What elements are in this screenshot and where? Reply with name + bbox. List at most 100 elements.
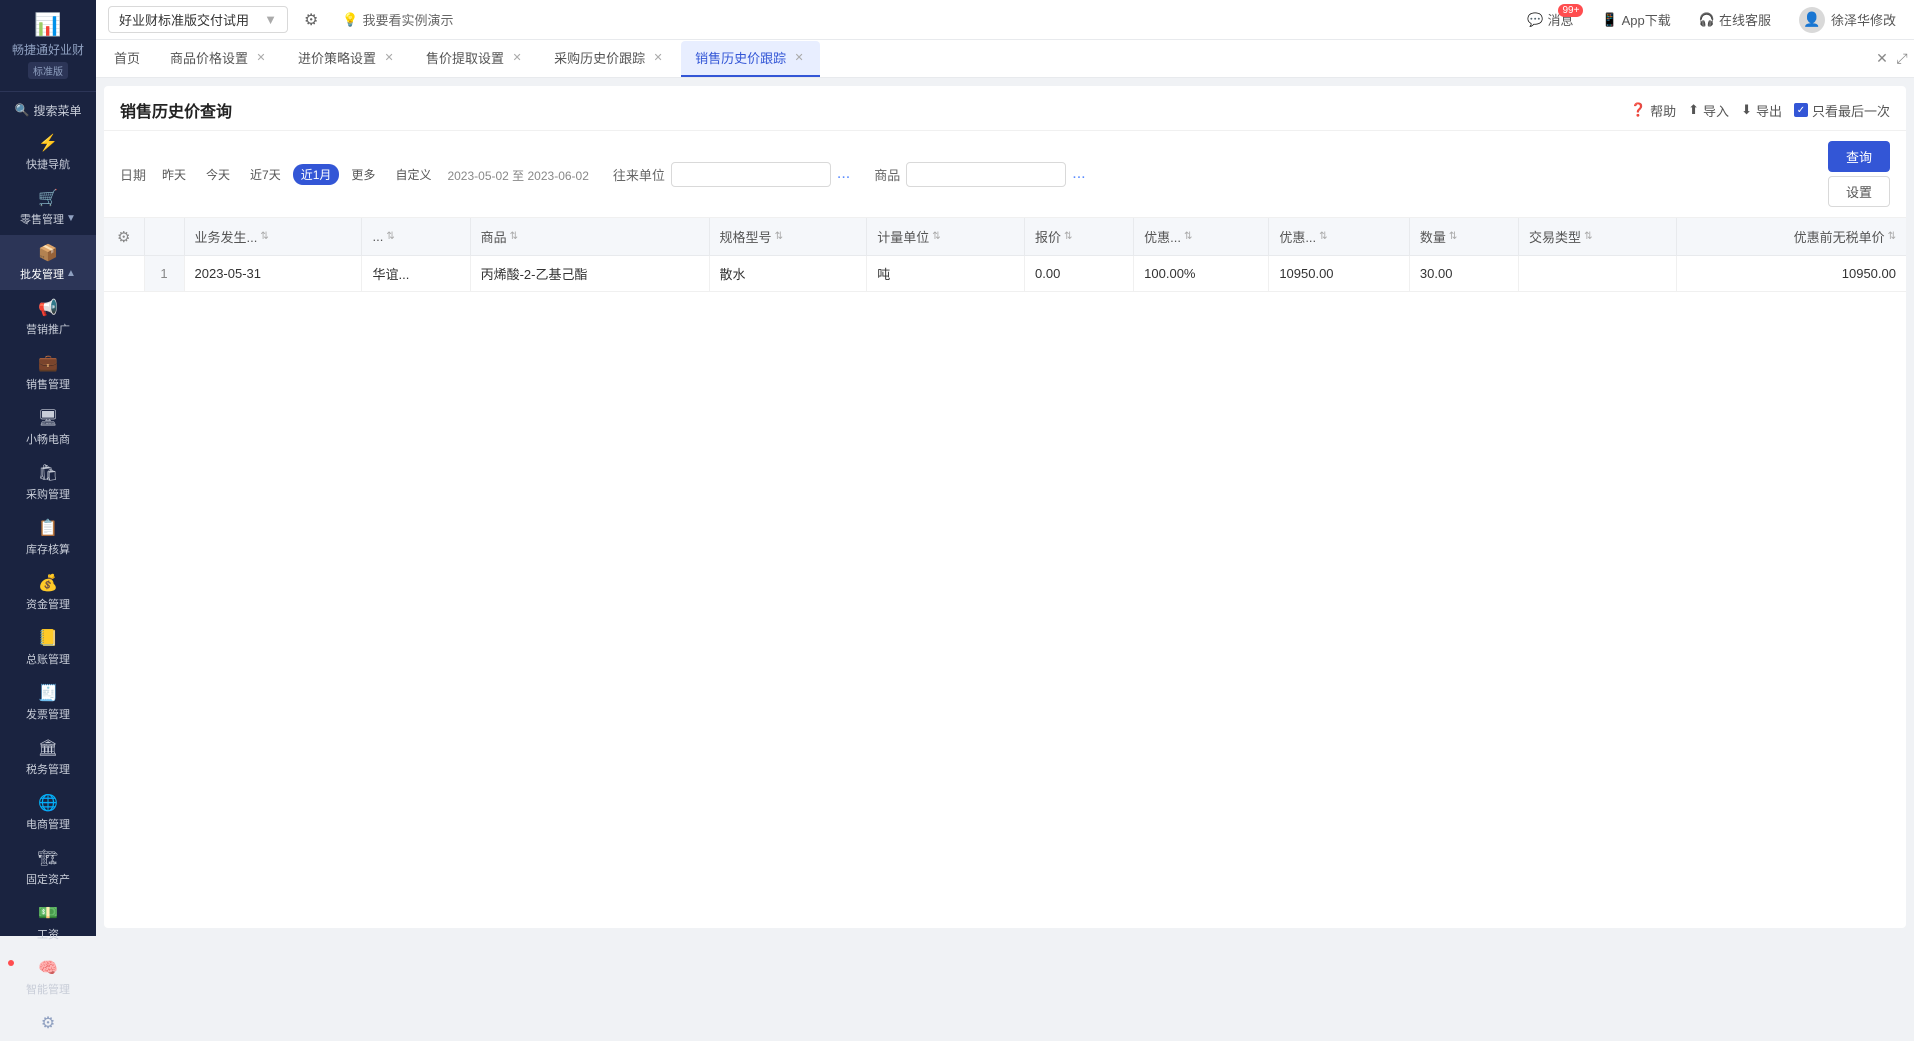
marketing-label: 营销推广 [26, 321, 70, 337]
date-opt-today[interactable]: 今天 [198, 164, 238, 185]
th-dots[interactable]: ... ⇅ [362, 218, 470, 256]
avatar: 👤 [1799, 7, 1825, 33]
row-unit: 吨 [867, 256, 1025, 292]
logo-sub: 标准版 [28, 62, 68, 79]
th-pre-tax-price-label: 优惠前无税单价 [1794, 227, 1885, 246]
product-input[interactable] [906, 162, 1066, 187]
help-label: 帮助 [1650, 101, 1676, 120]
settings-button[interactable]: 设置 [1828, 176, 1890, 207]
message-button[interactable]: 💬 消息 99+ [1521, 6, 1579, 33]
assets-icon: 🏗 [38, 848, 58, 868]
pre-tax-price-sort-icon: ⇅ [1888, 231, 1896, 242]
date-opt-last7[interactable]: 近7天 [242, 164, 289, 185]
sidebar-item-salary[interactable]: 💵 工资 [0, 895, 96, 950]
date-opt-custom[interactable]: 自定义 [387, 164, 439, 185]
tab-purchase-history[interactable]: 采购历史价跟踪 ✕ [540, 41, 679, 77]
th-price-label: 报价 [1035, 227, 1061, 246]
th-trans-type[interactable]: 交易类型 ⇅ [1519, 218, 1677, 256]
source-filter-group: 往来单位 ... [613, 162, 850, 187]
th-price[interactable]: 报价 ⇅ [1025, 218, 1134, 256]
th-seq [144, 218, 184, 256]
row-product-prefix: 华谊... [362, 256, 470, 292]
tab-close-window[interactable]: ✕ [1874, 51, 1890, 67]
date-opt-yesterday[interactable]: 昨天 [154, 164, 194, 185]
th-biz-date-label: 业务发生... [195, 227, 258, 246]
tab-purchase-strategy[interactable]: 进价策略设置 ✕ [284, 41, 410, 77]
date-opt-last1m[interactable]: 近1月 [293, 164, 340, 185]
marketing-icon: 📢 [38, 298, 58, 318]
tab-sale-history-close[interactable]: ✕ [792, 51, 806, 65]
row-gear [104, 256, 144, 292]
th-discount2[interactable]: 优惠... ⇅ [1269, 218, 1410, 256]
th-spec[interactable]: 规格型号 ⇅ [709, 218, 867, 256]
sidebar-item-general[interactable]: 📒 总账管理 [0, 620, 96, 675]
tab-sale-history[interactable]: 销售历史价跟踪 ✕ [681, 41, 820, 77]
general-label: 总账管理 [26, 651, 70, 667]
row-trans-type [1519, 256, 1677, 292]
sidebar-search-label: 搜索菜单 [33, 102, 81, 119]
sidebar-search[interactable]: 🔍 搜索菜单 [0, 92, 96, 125]
sidebar-item-xiaochang[interactable]: 🖥 小畅电商 [0, 400, 96, 455]
tab-sale-extract-close[interactable]: ✕ [510, 51, 524, 65]
row-quantity: 30.00 [1409, 256, 1518, 292]
ecommerce-icon: 🌐 [38, 793, 58, 813]
query-button[interactable]: 查询 [1828, 141, 1890, 172]
date-opt-more[interactable]: 更多 [343, 164, 383, 185]
source-dots[interactable]: ... [837, 165, 850, 183]
tab-product-price[interactable]: 商品价格设置 ✕ [156, 41, 282, 77]
th-quantity[interactable]: 数量 ⇅ [1409, 218, 1518, 256]
th-biz-date[interactable]: 业务发生... ⇅ [184, 218, 362, 256]
sidebar-item-sales[interactable]: 💼 销售管理 [0, 345, 96, 400]
row-pre-tax-price: 10950.00 [1676, 256, 1906, 292]
th-product[interactable]: 商品 ⇅ [470, 218, 709, 256]
sidebar-item-invoice[interactable]: 🧾 发票管理 [0, 675, 96, 730]
module-select[interactable]: 好业财标准版交付试用 ▼ [108, 6, 288, 33]
smart-icon: 🧠 [38, 958, 58, 978]
sidebar-item-finance[interactable]: 💰 资金管理 [0, 565, 96, 620]
help-icon: ❓ [1630, 102, 1646, 118]
spec-sort-icon: ⇅ [775, 231, 783, 242]
sidebar-item-marketing[interactable]: 📢 营销推广 [0, 290, 96, 345]
sidebar-item-purchase[interactable]: 🛍 采购管理 [0, 455, 96, 510]
export-link[interactable]: ⬇ 导出 [1741, 101, 1782, 120]
tax-label: 税务管理 [26, 761, 70, 777]
app-download-button[interactable]: 📱 App下载 [1595, 6, 1676, 33]
tab-home-label: 首页 [114, 48, 140, 67]
sidebar-item-inventory[interactable]: 📋 库存核算 [0, 510, 96, 565]
demo-button[interactable]: 💡 我要看实例演示 [334, 6, 461, 33]
sidebar-item-quicknav[interactable]: ⚡ 快捷导航 [0, 125, 96, 180]
sidebar-item-smart[interactable]: 🧠 智能管理 [0, 950, 96, 1005]
date-options: 昨天 今天 近7天 近1月 更多 自定义 [154, 164, 439, 185]
sidebar-item-wholesale[interactable]: 📦 批发管理 ▲ [0, 235, 96, 290]
sales-icon: 💼 [38, 353, 58, 373]
online-service-button[interactable]: 🎧 在线客服 [1693, 6, 1777, 33]
tab-home[interactable]: 首页 [100, 41, 154, 77]
th-unit[interactable]: 计量单位 ⇅ [867, 218, 1025, 256]
sidebar-item-tax[interactable]: 🏛 税务管理 [0, 730, 96, 785]
help-link[interactable]: ❓ 帮助 [1630, 101, 1676, 120]
user-menu[interactable]: 👤 徐泽华修改 [1793, 3, 1902, 37]
sidebar-item-ecommerce[interactable]: 🌐 电商管理 [0, 785, 96, 840]
general-icon: 📒 [38, 628, 58, 648]
tab-purchase-history-close[interactable]: ✕ [651, 51, 665, 65]
online-service-label: 在线客服 [1719, 10, 1771, 29]
only-last-checkbox[interactable]: ✓ 只看最后一次 [1794, 101, 1890, 120]
tab-purchase-strategy-close[interactable]: ✕ [382, 51, 396, 65]
sidebar-gear-icon[interactable]: ⚙ [41, 1013, 55, 1033]
tab-product-price-close[interactable]: ✕ [254, 51, 268, 65]
sidebar-item-retail[interactable]: 🛒 零售管理 ▼ [0, 180, 96, 235]
source-input[interactable] [671, 162, 831, 187]
tab-sale-extract[interactable]: 售价提取设置 ✕ [412, 41, 538, 77]
th-dots-label: ... [372, 229, 383, 244]
import-link[interactable]: ⬆ 导入 [1688, 101, 1729, 120]
tab-maximize-window[interactable]: ⤢ [1894, 51, 1910, 67]
demo-label: 我要看实例演示 [363, 10, 454, 29]
topbar-gear-icon[interactable]: ⚙ [300, 6, 322, 34]
th-discount1[interactable]: 优惠... ⇅ [1134, 218, 1269, 256]
th-pre-tax-price[interactable]: 优惠前无税单价 ⇅ [1676, 218, 1906, 256]
table-gear-icon[interactable]: ⚙ [117, 229, 130, 246]
dots-sort-icon: ⇅ [386, 231, 394, 242]
sidebar-item-assets[interactable]: 🏗 固定资产 [0, 840, 96, 895]
search-icon: 🔍 [15, 103, 30, 117]
product-dots[interactable]: ... [1072, 165, 1085, 183]
